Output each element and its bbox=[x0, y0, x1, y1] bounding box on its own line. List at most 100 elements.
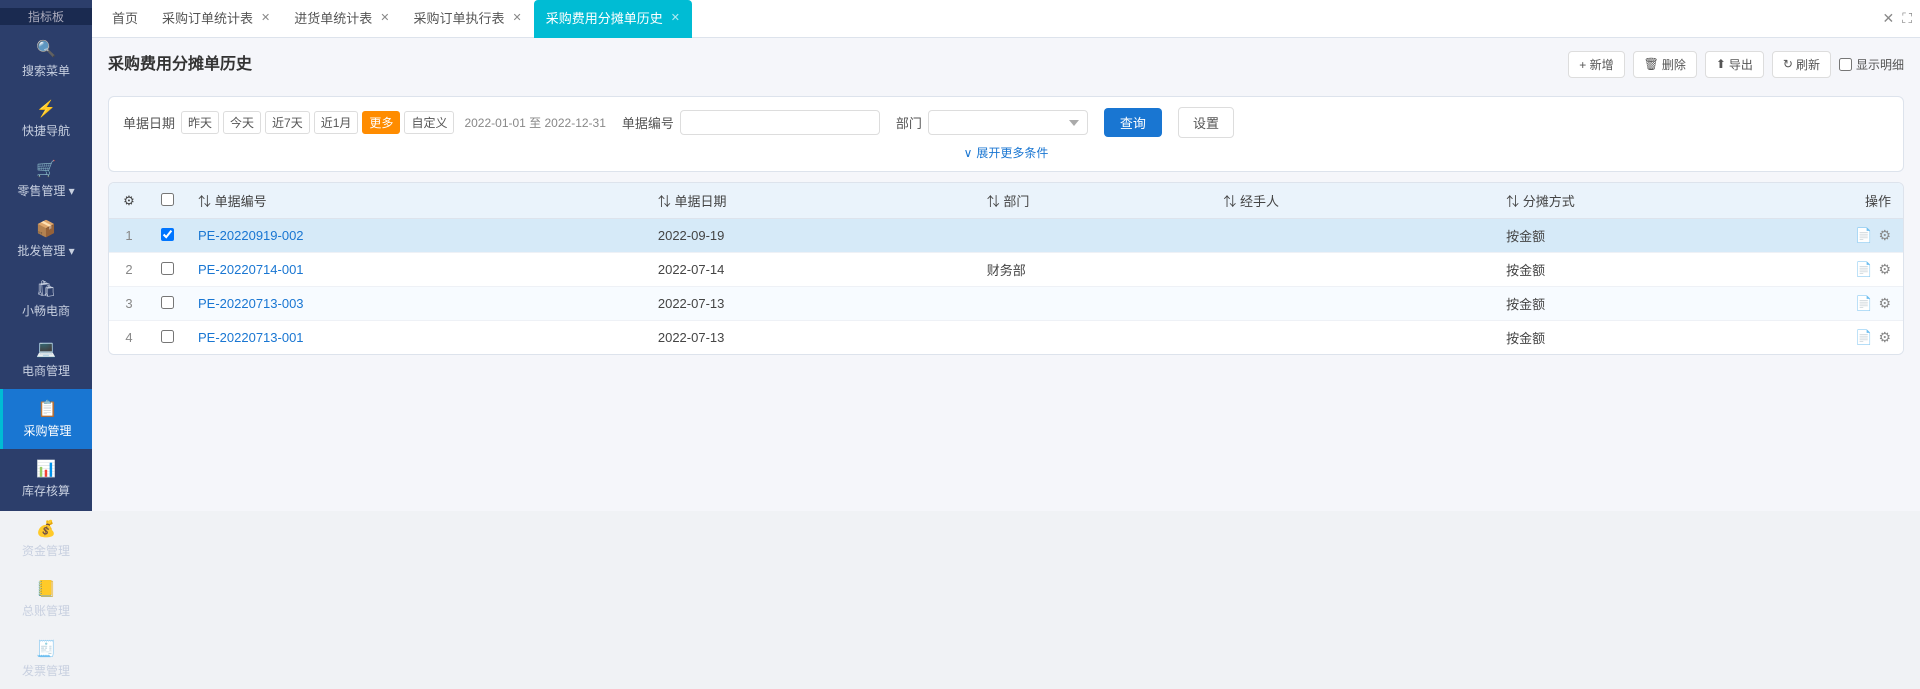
sidebar-icon: 🧾 bbox=[36, 639, 56, 659]
setting-button[interactable]: 设置 bbox=[1178, 107, 1234, 138]
sidebar-item-库存核算[interactable]: 📊库存核算 bbox=[0, 449, 92, 509]
sidebar-item-小畅电商[interactable]: 🛍 小畅电商 bbox=[0, 269, 92, 329]
display-checkbox[interactable] bbox=[1839, 58, 1852, 71]
row-checkbox-cell[interactable] bbox=[149, 287, 186, 321]
dept-field: 部门 财务部 bbox=[896, 110, 1088, 135]
sidebar-item-label: 发票管理 bbox=[22, 662, 70, 679]
search-bar: 单据日期 昨天 今天 近7天 近1月 更多 自定义 2022-01-01 至 2… bbox=[108, 96, 1904, 172]
tab-采购费用分摊单历史[interactable]: 采购费用分摊单历史✕ bbox=[534, 0, 692, 38]
sidebar-item-快捷导航[interactable]: ⚡快捷导航 bbox=[0, 89, 92, 149]
sidebar-item-总账管理[interactable]: 📒总账管理 bbox=[0, 569, 92, 629]
more-icon[interactable]: ⚙ bbox=[1878, 227, 1891, 244]
sidebar-item-电商管理[interactable]: 💻电商管理 bbox=[0, 329, 92, 389]
tab-close-icon[interactable]: ✕ bbox=[1882, 10, 1894, 27]
handler-col-header: ⇅ 经手人 bbox=[1211, 183, 1494, 219]
expand-more-btn[interactable]: ∨ 展开更多条件 bbox=[123, 144, 1889, 161]
dept-cell bbox=[975, 287, 1212, 321]
doc-no-link[interactable]: PE-20220919-002 bbox=[198, 228, 304, 243]
row-checkbox-cell[interactable] bbox=[149, 219, 186, 253]
sidebar-item-采购管理[interactable]: 📋采购管理 bbox=[0, 389, 92, 449]
tab-close-btn[interactable]: ✕ bbox=[380, 11, 389, 24]
date-btn-more[interactable]: 更多 bbox=[362, 111, 400, 134]
export-icon: ⬆ bbox=[1716, 57, 1726, 71]
content-area: 采购费用分摊单历史 + 新增 🗑 删除 ⬆ 导出 ↻ 刷新 显示明细 bbox=[92, 38, 1920, 511]
tab-首页[interactable]: 首页 bbox=[100, 0, 150, 38]
dept-col-header: ⇅ 部门 bbox=[975, 183, 1212, 219]
sidebar-icon: 🛍 bbox=[36, 279, 56, 299]
chevron-down-icon: ∨ bbox=[964, 146, 973, 160]
doc-no-field: 单据编号 bbox=[622, 110, 880, 135]
select-all-checkbox[interactable] bbox=[161, 193, 174, 206]
add-button[interactable]: + 新增 bbox=[1568, 51, 1624, 78]
method-cell: 按金额 bbox=[1494, 287, 1823, 321]
method-cell: 按金额 bbox=[1494, 253, 1823, 287]
sidebar-item-label: 小畅电商 bbox=[22, 302, 70, 319]
checkbox-col-header[interactable] bbox=[149, 183, 186, 219]
row-checkbox-cell[interactable] bbox=[149, 321, 186, 355]
doc-no-link[interactable]: PE-20220713-003 bbox=[198, 296, 304, 311]
action-cell: 📄 ⚙ bbox=[1823, 321, 1903, 355]
export-button[interactable]: ⬆ 导出 bbox=[1705, 51, 1764, 78]
tab-close-btn[interactable]: ✕ bbox=[671, 11, 680, 24]
sidebar-item-发票管理[interactable]: 🧾 发票管理 bbox=[0, 629, 92, 689]
date-btn-yesterday[interactable]: 昨天 bbox=[181, 111, 219, 134]
tab-expand-icon[interactable]: ⛶ bbox=[1902, 10, 1912, 27]
more-icon[interactable]: ⚙ bbox=[1878, 295, 1891, 312]
more-icon[interactable]: ⚙ bbox=[1878, 329, 1891, 346]
edit-icon[interactable]: 📄 bbox=[1855, 329, 1872, 346]
search-row: 单据日期 昨天 今天 近7天 近1月 更多 自定义 2022-01-01 至 2… bbox=[123, 107, 1889, 138]
sidebar-item-批发管理[interactable]: 📦批发管理 ▾ bbox=[0, 209, 92, 269]
sidebar-item-零售管理[interactable]: 🛒零售管理 ▾ bbox=[0, 149, 92, 209]
tab-bar-right: ✕ ⛶ bbox=[1882, 10, 1912, 27]
tab-进货单统计表[interactable]: 进货单统计表✕ bbox=[282, 0, 401, 38]
date-btn-1month[interactable]: 近1月 bbox=[314, 111, 359, 134]
display-toggle[interactable]: 显示明细 bbox=[1839, 56, 1904, 73]
tab-采购订单统计表[interactable]: 采购订单统计表 ✕ bbox=[150, 0, 282, 38]
sidebar-item-资金管理[interactable]: 💰资金管理 bbox=[0, 509, 92, 569]
doc-no-input[interactable] bbox=[680, 110, 880, 135]
handler-cell bbox=[1211, 253, 1494, 287]
dept-select[interactable]: 财务部 bbox=[928, 110, 1088, 135]
edit-icon[interactable]: 📄 bbox=[1855, 227, 1872, 244]
handler-cell bbox=[1211, 321, 1494, 355]
tab-close-btn[interactable]: ✕ bbox=[261, 11, 270, 24]
row-checkbox[interactable] bbox=[161, 262, 174, 275]
row-num: 2 bbox=[109, 253, 149, 287]
sidebar: 指标板 🔍搜索菜单⚡快捷导航🛒零售管理 ▾📦批发管理 ▾ 🛍 小畅电商 💻电商管理📋采… bbox=[0, 0, 92, 511]
tab-label: 采购订单执行表 bbox=[413, 8, 504, 27]
date-btn-today[interactable]: 今天 bbox=[223, 111, 261, 134]
method-cell: 按金额 bbox=[1494, 321, 1823, 355]
edit-icon[interactable]: 📄 bbox=[1855, 295, 1872, 312]
sidebar-item-label: 电商管理 bbox=[22, 362, 70, 379]
settings-col-header[interactable]: ⚙ bbox=[109, 183, 149, 219]
sidebar-logo: 指标板 bbox=[0, 8, 92, 25]
row-checkbox[interactable] bbox=[161, 330, 174, 343]
tab-采购订单执行表[interactable]: 采购订单执行表 ✕ bbox=[401, 0, 533, 38]
date-btn-custom[interactable]: 自定义 bbox=[404, 111, 454, 134]
table-body: 1 PE-20220919-002 2022-09-19 按金额 📄 ⚙ 2 P… bbox=[109, 219, 1903, 355]
date-btn-7days[interactable]: 近7天 bbox=[265, 111, 310, 134]
table-row: 2 PE-20220714-001 2022-07-14 财务部 按金额 📄 ⚙ bbox=[109, 253, 1903, 287]
sidebar-icon: 💰 bbox=[36, 519, 56, 539]
edit-icon[interactable]: 📄 bbox=[1855, 261, 1872, 278]
query-button[interactable]: 查询 bbox=[1104, 108, 1162, 137]
row-checkbox[interactable] bbox=[161, 296, 174, 309]
sidebar-item-label: 零售管理 ▾ bbox=[17, 182, 74, 199]
row-checkbox-cell[interactable] bbox=[149, 253, 186, 287]
sidebar-icon: 📊 bbox=[36, 459, 56, 479]
refresh-button[interactable]: ↻ 刷新 bbox=[1772, 51, 1831, 78]
sort-icon: ⇅ bbox=[987, 194, 1000, 209]
sidebar-item-搜索菜单[interactable]: 🔍搜索菜单 bbox=[0, 29, 92, 89]
date-label: 单据日期 bbox=[123, 113, 175, 132]
delete-button[interactable]: 🗑 删除 bbox=[1633, 51, 1697, 78]
tab-label: 采购订单统计表 bbox=[162, 8, 253, 27]
doc-no-link[interactable]: PE-20220714-001 bbox=[198, 262, 304, 277]
sort-icon: ⇅ bbox=[1223, 194, 1236, 209]
doc-no-link[interactable]: PE-20220713-001 bbox=[198, 330, 304, 345]
row-checkbox[interactable] bbox=[161, 228, 174, 241]
tab-close-btn[interactable]: ✕ bbox=[513, 11, 522, 24]
more-icon[interactable]: ⚙ bbox=[1878, 261, 1891, 278]
date-range-btns: 昨天 今天 近7天 近1月 更多 自定义 bbox=[181, 111, 454, 134]
delete-icon: 🗑 bbox=[1644, 57, 1659, 71]
sort-icon: ⇅ bbox=[1506, 194, 1519, 209]
